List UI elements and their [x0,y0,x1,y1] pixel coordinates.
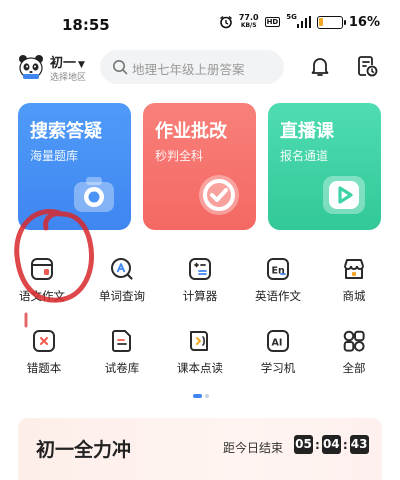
svg-text:AI: AI [272,338,283,349]
tool-label: 单词查询 [99,289,145,303]
en-doc-icon: En [267,258,289,280]
status-bar: 18:55 77.0 KB/S HD 5G 16% [0,0,400,44]
tool-label: 全部 [342,361,366,375]
tool-word-lookup[interactable]: 单词查询 [85,256,159,312]
tool-label: 学习机 [260,361,296,375]
caret-down-icon: ▼ [78,60,85,70]
promo-banner[interactable]: 初一全力冲 距今日结束 05 : 04 : 43 [18,418,382,480]
alarm-icon [219,15,232,29]
card-homework-check[interactable]: 作业批改 秒判全科 [143,103,256,230]
calculator-icon [189,258,211,280]
tool-chinese-essay[interactable]: 语文作文 [5,256,79,312]
card-subtitle: 海量题库 [30,149,79,163]
countdown-separator: : [315,437,320,452]
tool-all[interactable]: 全部 [317,328,391,384]
region-selector[interactable]: 选择地区 [50,70,86,83]
card-title: 作业批改 [155,121,227,142]
card-title: 直播课 [280,121,334,142]
net-speed-value: 77.0 [238,13,259,22]
net-speed-unit: KB/S [240,22,257,29]
card-subtitle: 报名通道 [280,149,329,163]
card-search-answer[interactable]: 搜索答疑 海量题库 [18,103,131,230]
status-icons: 77.0 KB/S HD 5G 16% [219,13,380,30]
tool-label: 英语作文 [255,289,301,303]
countdown-minutes: 04 [321,435,341,454]
search-placeholder: 地理七年级上册答案 [132,62,245,77]
tool-label: 试卷库 [104,361,140,375]
bell-icon[interactable] [308,54,332,78]
page-indicator [193,394,209,398]
notebook-icon [31,258,53,280]
history-icon[interactable] [355,54,379,78]
grid-all-icon [343,330,365,352]
book-read-icon [190,331,208,351]
tool-shop[interactable]: 商城 [317,256,391,312]
battery-icon [316,15,346,29]
tool-textbook-reading[interactable]: 课本点读 [163,328,237,384]
tool-learning-device[interactable]: AI 学习机 [241,328,315,384]
play-icon [323,176,365,214]
search-icon [113,60,128,75]
tool-label: 商城 [342,289,366,303]
tool-english-essay[interactable]: En 英语作文 [241,256,315,312]
header: 初一 ▼ 选择地区 地理七年级上册答案 [0,48,400,88]
grade-selector[interactable]: 初一 ▼ [50,52,85,71]
wrong-book-icon [33,330,55,352]
tool-label: 语文作文 [19,289,65,303]
signal-label: 5G [286,13,297,21]
card-subtitle: 秒判全科 [155,149,204,163]
page-dot [205,394,209,398]
countdown-separator: : [342,437,348,452]
ai-device-icon: AI [267,330,289,352]
signal-icon [296,16,311,28]
battery-percent: 16% [348,14,380,30]
panda-avatar-icon[interactable] [18,54,44,80]
countdown-seconds: 43 [349,435,369,454]
grade-label: 初一 [50,56,77,71]
net-speed: 77.0 KB/S [239,14,259,30]
countdown-timer: 05 : 04 : 43 [294,435,369,454]
search-input[interactable]: 地理七年级上册答案 [100,50,284,84]
exam-paper-icon [112,330,131,352]
tool-exam-library[interactable]: 试卷库 [85,328,159,384]
page-dot-active [193,394,202,398]
tool-label: 计算器 [182,289,218,303]
battery-fill [319,18,323,26]
countdown-hours: 05 [294,435,313,454]
tool-label: 错题本 [26,361,62,375]
camera-icon [74,177,114,212]
hd-badge: HD [264,17,281,27]
promo-title: 初一全力冲 [36,439,132,461]
tool-calculator[interactable]: 计算器 [163,256,237,312]
letter-a-search-icon [111,258,133,280]
status-time: 18:55 [62,16,110,34]
card-title: 搜索答疑 [30,121,102,142]
shop-icon [344,259,364,279]
card-live-class[interactable]: 直播课 报名通道 [268,103,381,230]
countdown-label: 距今日结束 [223,441,284,455]
check-circle-icon [199,175,239,215]
tool-mistake-book[interactable]: 错题本 [7,328,81,384]
tool-label: 课本点读 [177,361,223,375]
